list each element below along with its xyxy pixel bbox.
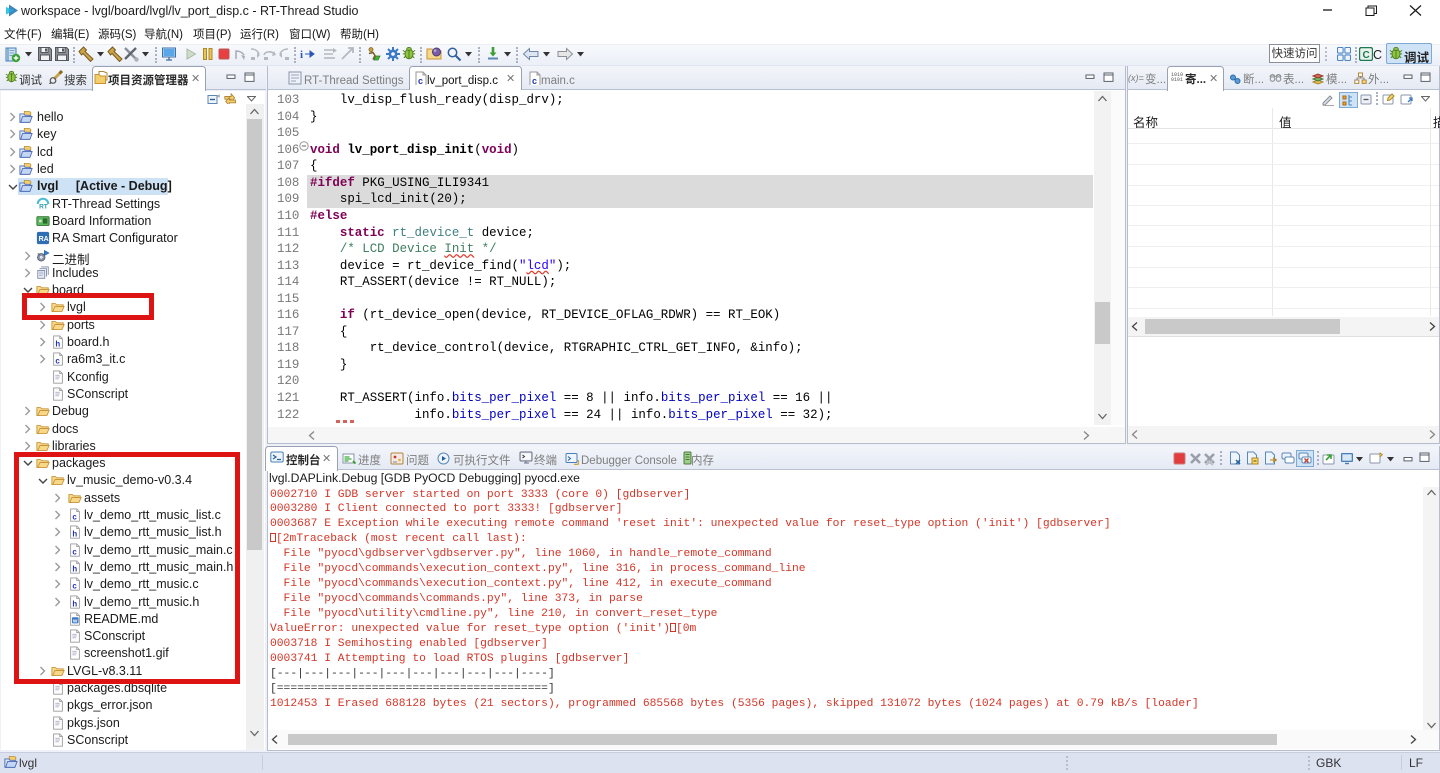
svg-text:h: h [55,339,60,348]
svg-text:C: C [1363,50,1370,61]
svg-text:i: i [300,49,303,61]
svg-text:c: c [55,357,60,366]
svg-text:c: c [532,76,537,85]
svg-text:RA: RA [39,236,49,243]
svg-text:RT: RT [39,203,48,210]
svg-text:c: c [418,76,423,85]
